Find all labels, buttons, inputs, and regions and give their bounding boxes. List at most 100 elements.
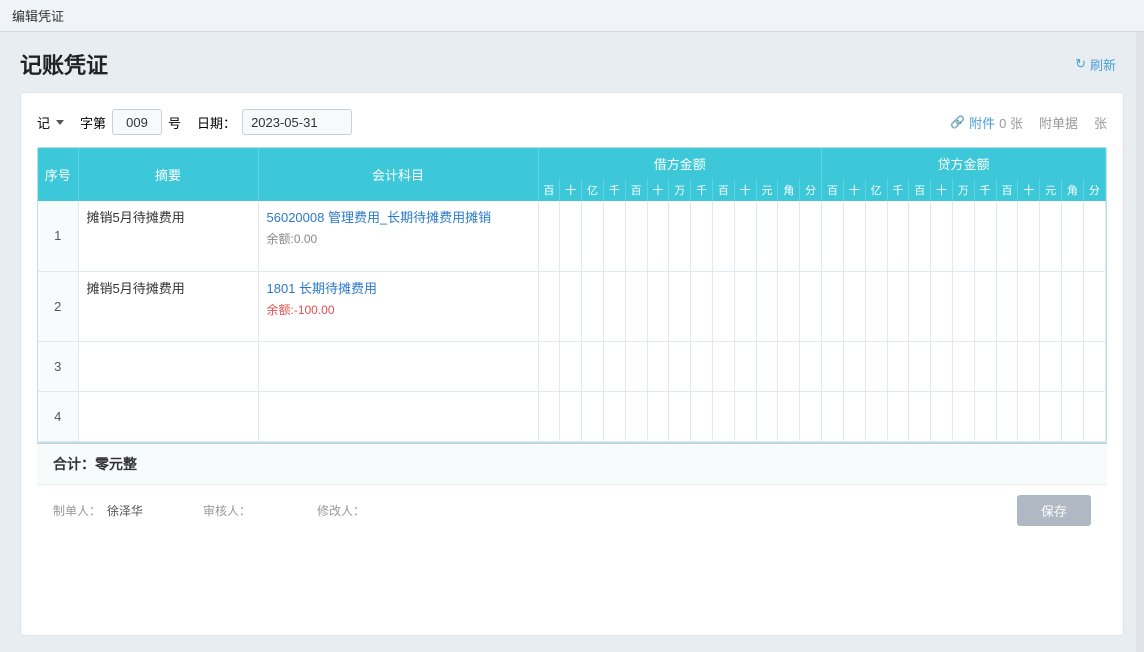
d2-r1-3[interactable] xyxy=(582,271,604,341)
attach-single-button[interactable]: 附单据 xyxy=(1039,113,1078,132)
d1-r1-10[interactable] xyxy=(734,201,756,271)
d2-r1-4[interactable] xyxy=(603,271,625,341)
refresh-icon: ↻ xyxy=(1075,56,1086,72)
account-cell-4[interactable] xyxy=(258,391,538,441)
voucher-table-wrapper: 序号 摘要 会计科目 借方金额 贷方金额 xyxy=(37,147,1107,443)
d2-r1-2[interactable] xyxy=(560,271,582,341)
c2-r1-13[interactable] xyxy=(1083,271,1105,341)
table-row: 3 xyxy=(38,341,1106,391)
credit-digit-1: 百 xyxy=(822,179,844,201)
d1-r1-2[interactable] xyxy=(560,201,582,271)
d1-r1-3[interactable] xyxy=(582,201,604,271)
d1-r1-5[interactable] xyxy=(625,201,647,271)
c1-r1-6[interactable] xyxy=(931,201,953,271)
d1-r1-8[interactable] xyxy=(691,201,713,271)
zi-label: 字第 xyxy=(80,113,106,132)
c1-r1-12[interactable] xyxy=(1062,201,1084,271)
c1-r1-3[interactable] xyxy=(865,201,887,271)
c1-r1-1[interactable] xyxy=(822,201,844,271)
c1-r1-10[interactable] xyxy=(1018,201,1040,271)
c1-r1-5[interactable] xyxy=(909,201,931,271)
c2-r1-5[interactable] xyxy=(909,271,931,341)
seq-cell-3: 3 xyxy=(38,341,78,391)
summary-cell-1[interactable]: 摊销5月待摊费用 xyxy=(78,201,258,271)
credit-digit-7: 万 xyxy=(952,179,974,201)
total-label: 合计：零元整 xyxy=(53,454,137,474)
c2-r1-12[interactable] xyxy=(1062,271,1084,341)
title-bar-label: 编辑凭证 xyxy=(12,6,64,25)
attachment-link[interactable]: 🔗 附件 0 张 xyxy=(950,113,1023,132)
d1-r1-1[interactable] xyxy=(538,201,560,271)
c2-r1-9[interactable] xyxy=(996,271,1018,341)
c2-r1-3[interactable] xyxy=(865,271,887,341)
d1-r1-12[interactable] xyxy=(778,201,800,271)
c1-r1-7[interactable] xyxy=(952,201,974,271)
c2-r1-8[interactable] xyxy=(974,271,996,341)
c1-r1-13[interactable] xyxy=(1083,201,1105,271)
table-row: 4 xyxy=(38,391,1106,441)
col-header-summary: 摘要 xyxy=(78,148,258,201)
refresh-button[interactable]: ↻ 刷新 xyxy=(1067,51,1124,78)
d1-r1-9[interactable] xyxy=(713,201,735,271)
c1-r1-9[interactable] xyxy=(996,201,1018,271)
d2-r1-6[interactable] xyxy=(647,271,669,341)
d2-r1-5[interactable] xyxy=(625,271,647,341)
d1-r1-4[interactable] xyxy=(603,201,625,271)
c1-r1-11[interactable] xyxy=(1040,201,1062,271)
date-group: 日期： xyxy=(197,109,352,135)
account-code-2: 1801 长期待摊费用 xyxy=(267,278,530,297)
summary-cell-4[interactable] xyxy=(78,391,258,441)
d1-r1-11[interactable] xyxy=(756,201,778,271)
debit-digit-10: 十 xyxy=(734,179,756,201)
footer-reviewer: 审核人： xyxy=(203,502,257,519)
total-row: 合计：零元整 xyxy=(37,443,1107,484)
c2-r1-6[interactable] xyxy=(931,271,953,341)
d1-r1-13[interactable] xyxy=(800,201,822,271)
page-header: 记账凭证 ↻ 刷新 xyxy=(20,48,1124,80)
summary-cell-3[interactable] xyxy=(78,341,258,391)
credit-digit-8: 千 xyxy=(974,179,996,201)
c2-r1-11[interactable] xyxy=(1040,271,1062,341)
c2-r1-1[interactable] xyxy=(822,271,844,341)
attachment-count: 0 张 xyxy=(999,113,1023,132)
d2-r1-12[interactable] xyxy=(778,271,800,341)
d1-r1-6[interactable] xyxy=(647,201,669,271)
date-input[interactable] xyxy=(242,109,352,135)
d2-r1-7[interactable] xyxy=(669,271,691,341)
footer-modifier: 修改人： xyxy=(317,502,371,519)
attachment-area: 🔗 附件 0 张 附单据 张 xyxy=(950,113,1107,132)
c2-r1-10[interactable] xyxy=(1018,271,1040,341)
d2-r1-1[interactable] xyxy=(538,271,560,341)
table-row: 2 摊销5月待摊费用 1801 长期待摊费用 余额:-100.00 xyxy=(38,271,1106,341)
col-header-credit: 贷方金额 xyxy=(822,148,1106,179)
credit-digit-11: 元 xyxy=(1040,179,1062,201)
page-title: 记账凭证 xyxy=(20,48,108,80)
credit-digit-4: 千 xyxy=(887,179,909,201)
d2-r1-8[interactable] xyxy=(691,271,713,341)
seq-cell-1: 1 xyxy=(38,201,78,271)
d2-r1-10[interactable] xyxy=(734,271,756,341)
d2-r1-13[interactable] xyxy=(800,271,822,341)
scrollbar[interactable] xyxy=(1136,32,1144,652)
credit-digit-3: 亿 xyxy=(865,179,887,201)
save-button[interactable]: 保存 xyxy=(1017,495,1091,526)
c1-r1-8[interactable] xyxy=(974,201,996,271)
voucher-type-dropdown[interactable] xyxy=(54,120,64,125)
c2-r1-4[interactable] xyxy=(887,271,909,341)
c2-r1-7[interactable] xyxy=(952,271,974,341)
d1-r1-7[interactable] xyxy=(669,201,691,271)
account-cell-3[interactable] xyxy=(258,341,538,391)
c2-r1-2[interactable] xyxy=(843,271,865,341)
voucher-number-input[interactable] xyxy=(112,109,162,135)
c1-r1-4[interactable] xyxy=(887,201,909,271)
debit-digit-9: 百 xyxy=(713,179,735,201)
seq-cell-2: 2 xyxy=(38,271,78,341)
account-cell-2[interactable]: 1801 长期待摊费用 余额:-100.00 xyxy=(258,271,538,341)
summary-cell-2[interactable]: 摊销5月待摊费用 xyxy=(78,271,258,341)
c1-r1-2[interactable] xyxy=(843,201,865,271)
table-header-row-1: 序号 摘要 会计科目 借方金额 贷方金额 xyxy=(38,148,1106,179)
account-cell-1[interactable]: 56020008 管理费用_长期待摊费用摊销 余额:0.00 xyxy=(258,201,538,271)
chevron-down-icon xyxy=(56,120,64,125)
d2-r1-9[interactable] xyxy=(713,271,735,341)
d2-r1-11[interactable] xyxy=(756,271,778,341)
